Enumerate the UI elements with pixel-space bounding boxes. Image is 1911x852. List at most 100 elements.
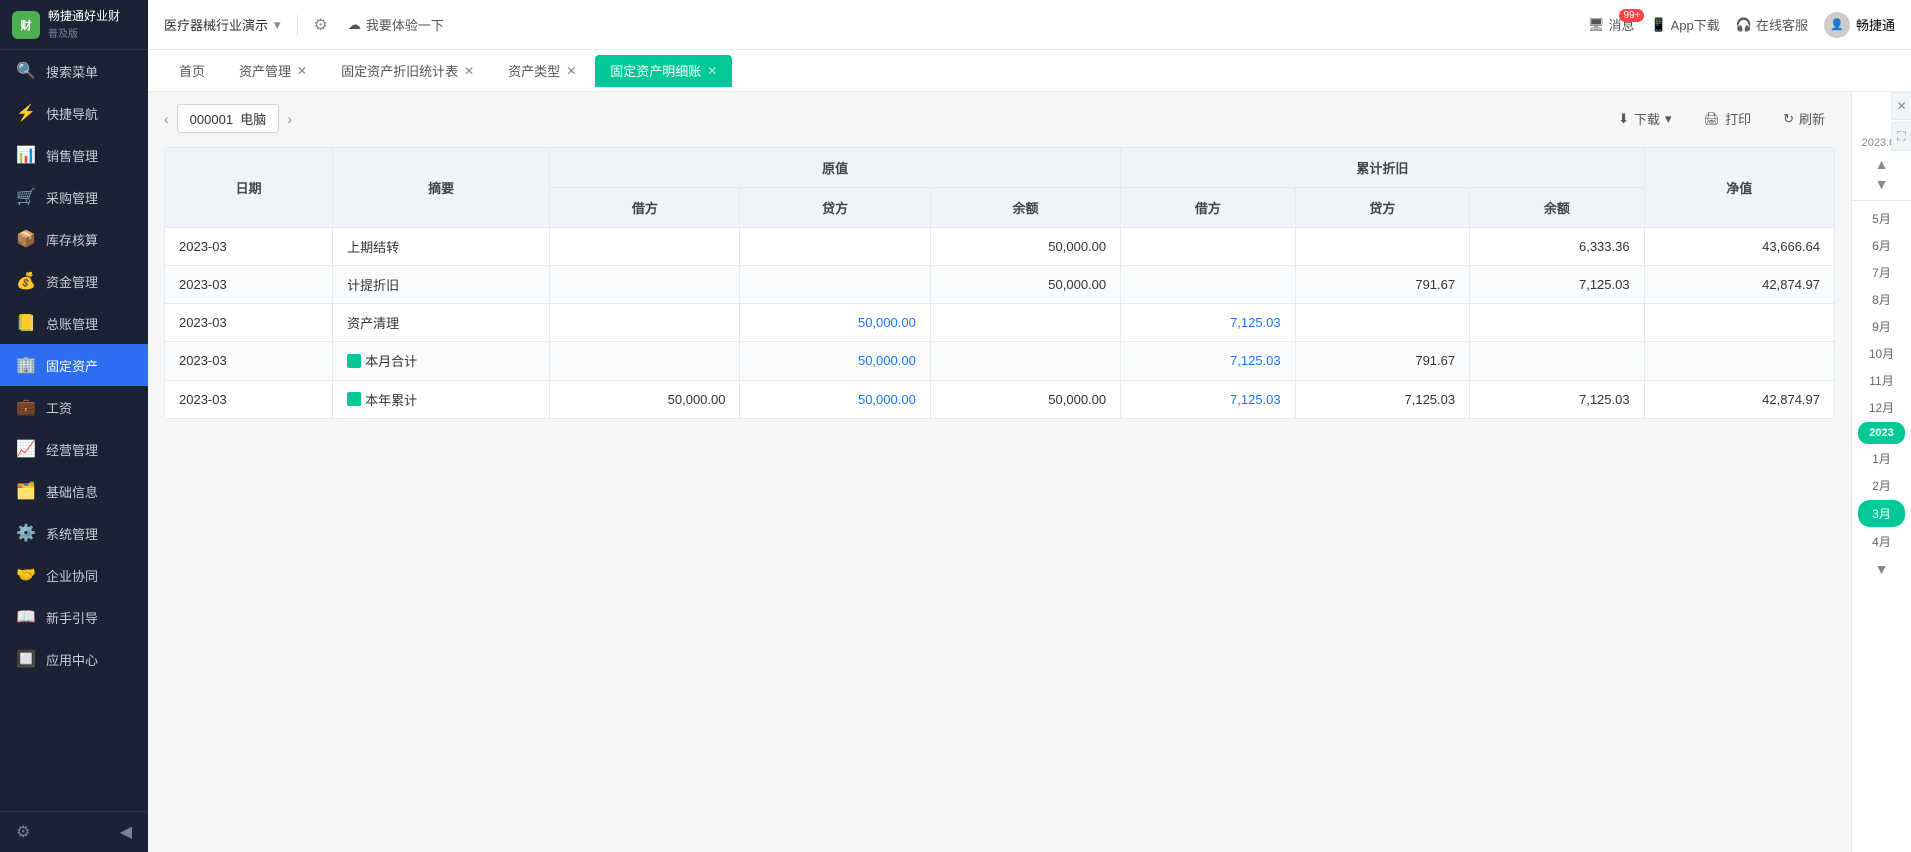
cell-dep-credit xyxy=(1295,304,1469,342)
sidebar-item-collab[interactable]: 🤝企业协同 xyxy=(0,554,148,596)
search-icon: 🔍 xyxy=(16,61,36,81)
tab-depreciation[interactable]: 固定资产折旧统计表✕ xyxy=(326,55,489,87)
sidebar-menu: 🔍 搜索菜单 ⚡快捷导航📊销售管理🛒采购管理📦库存核算💰资金管理📒总账管理🏢固定资产… xyxy=(0,50,148,811)
timeline-month[interactable]: 6月 xyxy=(1852,232,1911,259)
prev-arrow[interactable]: ‹ xyxy=(164,111,169,127)
basic-icon: 🗂️ xyxy=(16,481,36,501)
col-orig-balance: 余额 xyxy=(930,188,1120,228)
quicknav-icon: ⚡ xyxy=(16,103,36,123)
sidebar-label-search: 搜索菜单 xyxy=(46,62,98,81)
cell-orig-balance: 50,000.00 xyxy=(930,380,1120,419)
download-icon: ⬇ xyxy=(1618,111,1629,127)
sidebar-label-purchase: 采购管理 xyxy=(46,188,98,207)
fixedasset-icon: 🏢 xyxy=(16,355,36,375)
user-menu[interactable]: 👤 畅捷通 xyxy=(1824,12,1895,38)
cell-orig-debit xyxy=(550,266,740,304)
timeline-year-badge[interactable]: 2023 xyxy=(1858,422,1905,444)
fund-icon: 💰 xyxy=(16,271,36,291)
timeline-month[interactable]: 10月 xyxy=(1852,340,1911,367)
timeline-content: 2023.03 ▲ ▼ 5月6月7月8月9月10月11月12月20231月2月3… xyxy=(1852,100,1911,579)
timeline-down[interactable]: ▼ xyxy=(1873,174,1891,194)
collapse-icon[interactable]: ◀ xyxy=(120,822,132,842)
timeline-month[interactable]: 11月 xyxy=(1852,367,1911,394)
sidebar-item-sales[interactable]: 📊销售管理 xyxy=(0,134,148,176)
panel-resize-icon[interactable]: ⛶ xyxy=(1891,122,1911,151)
sidebar-item-quicknav[interactable]: ⚡快捷导航 xyxy=(0,92,148,134)
tab-label-asset_mgmt: 资产管理 xyxy=(239,61,291,80)
sidebar-item-system[interactable]: ⚙️系统管理 xyxy=(0,512,148,554)
company-name: 医疗器械行业演示 xyxy=(164,15,268,34)
timeline-month[interactable]: 5月 xyxy=(1852,205,1911,232)
cell-dep-credit: 7,125.03 xyxy=(1295,380,1469,419)
content-area: ‹ 000001 电脑 › ⬇ 下载 ▾ 🖨 打印 xyxy=(148,92,1911,852)
timeline-month[interactable]: 2月 xyxy=(1852,472,1911,499)
tab-close-depreciation[interactable]: ✕ xyxy=(464,64,474,78)
next-arrow[interactable]: › xyxy=(287,111,292,127)
logo-name: 畅捷通好业财 xyxy=(48,9,120,25)
avatar: 👤 xyxy=(1824,12,1850,38)
topbar: 医疗器械行业演示 ▾ ⚙ ☁ 我要体验一下 🖥 消息 99+ 📱 App下载 🎧… xyxy=(148,0,1911,50)
settings-icon[interactable]: ⚙ xyxy=(16,822,30,842)
cell-date: 2023-03 xyxy=(165,228,333,266)
salary-icon: 💼 xyxy=(16,397,36,417)
timeline-month[interactable]: 12月 xyxy=(1852,394,1911,421)
inventory-icon: 📦 xyxy=(16,229,36,249)
cell-dep-debit xyxy=(1121,266,1295,304)
tab-asset_type[interactable]: 资产类型✕ xyxy=(493,55,591,87)
sidebar-item-ledger[interactable]: 📒总账管理 xyxy=(0,302,148,344)
tab-close-asset_mgmt[interactable]: ✕ xyxy=(297,64,307,78)
col-dep-debit: 借方 xyxy=(1121,188,1295,228)
timeline-down2[interactable]: ▼ xyxy=(1873,559,1891,579)
timeline-month[interactable]: 8月 xyxy=(1852,286,1911,313)
refresh-button[interactable]: ↻ 刷新 xyxy=(1773,104,1835,133)
gear-icon[interactable]: ⚙ xyxy=(314,15,328,35)
experience-btn[interactable]: ☁ 我要体验一下 xyxy=(348,15,444,34)
timeline-month[interactable]: 9月 xyxy=(1852,313,1911,340)
col-accumulated: 累计折旧 xyxy=(1121,148,1644,188)
timeline-month[interactable]: 7月 xyxy=(1852,259,1911,286)
print-icon: 🖨 xyxy=(1704,111,1721,127)
tab-home[interactable]: 首页 xyxy=(164,55,220,87)
cell-orig-credit: 50,000.00 xyxy=(740,380,930,419)
cell-orig-credit: 50,000.00 xyxy=(740,304,930,342)
print-button[interactable]: 🖨 打印 xyxy=(1694,104,1762,133)
sidebar-item-salary[interactable]: 💼工资 xyxy=(0,386,148,428)
ops-icon: 📈 xyxy=(16,439,36,459)
refresh-icon: ↻ xyxy=(1783,111,1794,127)
panel-expand-icon[interactable]: ✕ xyxy=(1891,92,1911,120)
sidebar-item-inventory[interactable]: 📦库存核算 xyxy=(0,218,148,260)
tab-asset_mgmt[interactable]: 资产管理 ✕ xyxy=(224,55,322,87)
apps-icon: 🔲 xyxy=(16,649,36,669)
table-row: 2023-03 上期结转 50,000.00 6,333.36 43,666.6… xyxy=(165,228,1835,266)
sidebar-item-fixedasset[interactable]: 🏢固定资产 xyxy=(0,344,148,386)
sidebar-item-search[interactable]: 🔍 搜索菜单 xyxy=(0,50,148,92)
company-selector[interactable]: 医疗器械行业演示 ▾ xyxy=(164,15,281,34)
col-orig-credit: 贷方 xyxy=(740,188,930,228)
sidebar-item-guide[interactable]: 📖新手引导 xyxy=(0,596,148,638)
tab-close-asset_type[interactable]: ✕ xyxy=(566,64,576,78)
tab-asset_detail[interactable]: 固定资产明细账 ✕ xyxy=(595,55,732,87)
timeline-up[interactable]: ▲ xyxy=(1873,154,1891,174)
tab-close-asset_detail[interactable]: ✕ xyxy=(707,64,717,78)
sidebar-item-basic[interactable]: 🗂️基础信息 xyxy=(0,470,148,512)
tab-label-asset_detail: 固定资产明细账 xyxy=(610,61,701,80)
sidebar-label-sales: 销售管理 xyxy=(46,146,98,165)
tab-bar: 首页资产管理✕固定资产折旧统计表✕资产类型✕固定资产明细账✕ xyxy=(148,50,1911,92)
sidebar-item-ops[interactable]: 📈经营管理 xyxy=(0,428,148,470)
table-row: 2023-03 资产清理 50,000.00 7,125.03 xyxy=(165,304,1835,342)
service-btn[interactable]: 🎧 在线客服 xyxy=(1736,15,1808,34)
sidebar-item-apps[interactable]: 🔲应用中心 xyxy=(0,638,148,680)
timeline-month[interactable]: 1月 xyxy=(1852,445,1911,472)
message-btn[interactable]: 🖥 消息 99+ xyxy=(1588,15,1635,34)
download-btn[interactable]: 📱 App下载 xyxy=(1650,15,1719,34)
cell-net-value: 42,874.97 xyxy=(1644,266,1834,304)
download-dropdown-icon: ▾ xyxy=(1665,111,1672,127)
sidebar-item-purchase[interactable]: 🛒采购管理 xyxy=(0,176,148,218)
timeline-month[interactable]: 4月 xyxy=(1852,528,1911,555)
sidebar-label-collab: 企业协同 xyxy=(46,566,98,585)
download-button[interactable]: ⬇ 下载 ▾ xyxy=(1608,104,1681,133)
timeline-month-active[interactable]: 3月 xyxy=(1858,500,1905,527)
sidebar-item-fund[interactable]: 💰资金管理 xyxy=(0,260,148,302)
cell-summary: 本年累计 xyxy=(333,380,550,419)
topbar-right: 🖥 消息 99+ 📱 App下载 🎧 在线客服 👤 畅捷通 xyxy=(1588,12,1895,38)
